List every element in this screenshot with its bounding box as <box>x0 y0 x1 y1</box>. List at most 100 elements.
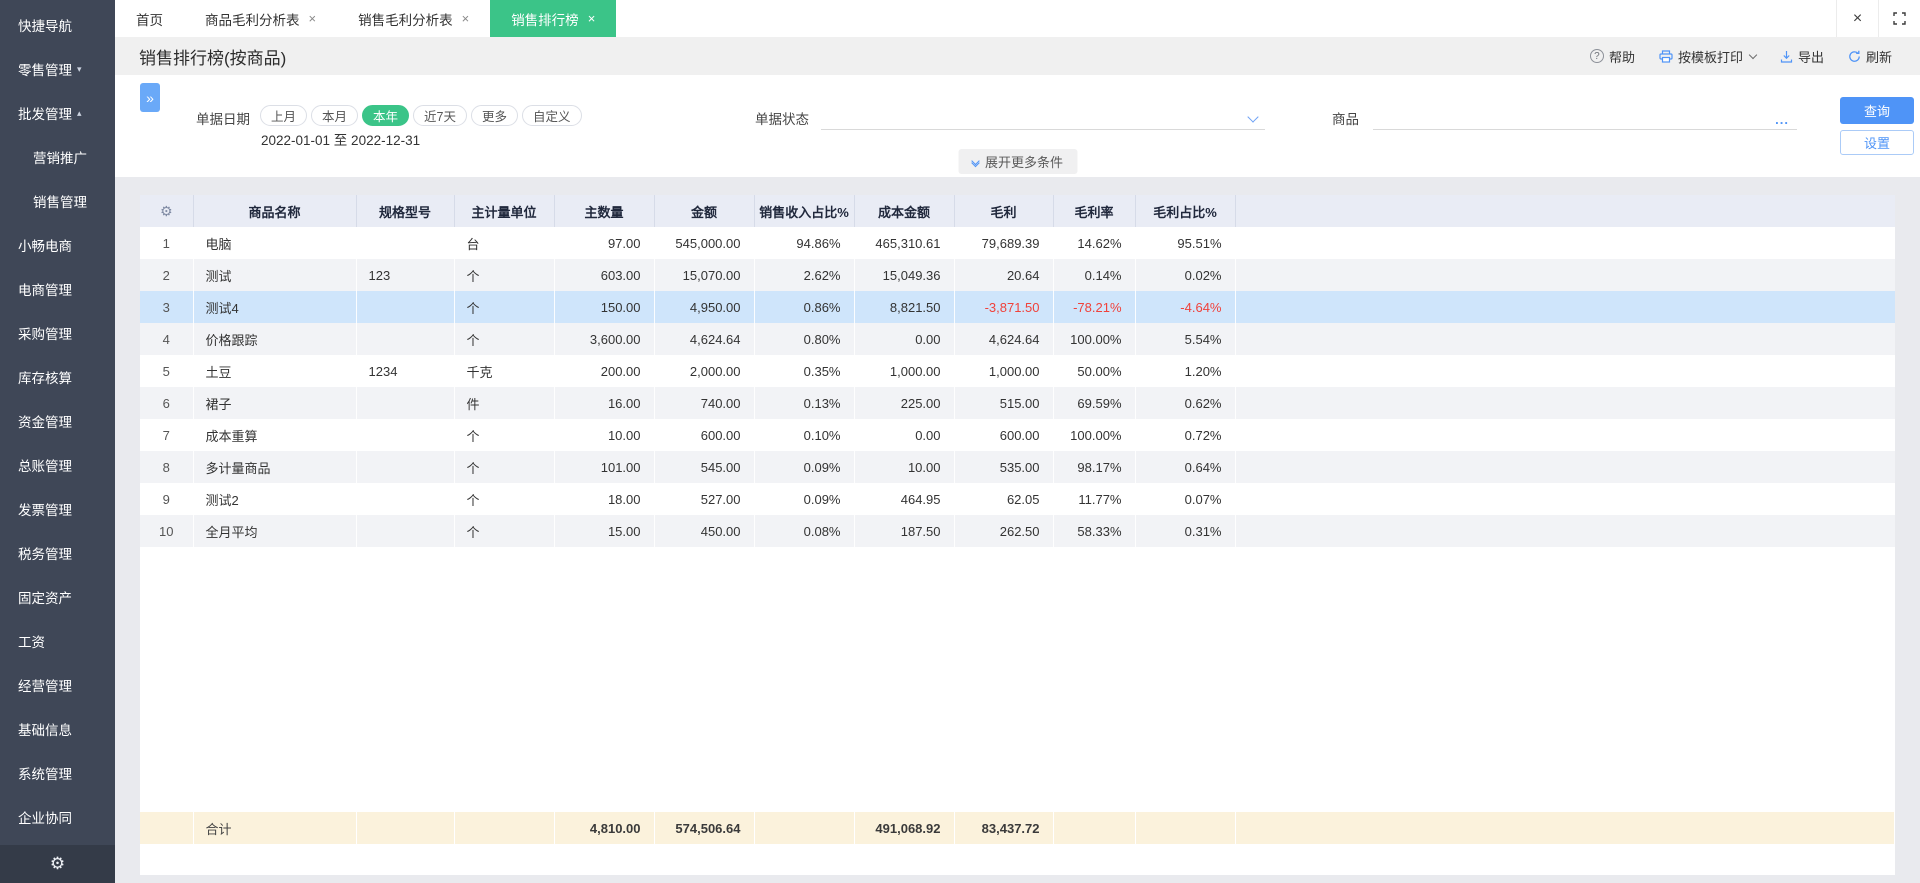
sidebar-item[interactable]: 资金管理 <box>0 399 115 443</box>
date-range-chip[interactable]: 自定义 <box>522 105 582 126</box>
date-range-chip[interactable]: 本月 <box>311 105 359 126</box>
col-header-unit[interactable]: 主计量单位 <box>454 195 555 227</box>
sidebar-item-label: 经营管理 <box>18 679 72 694</box>
sidebar-item[interactable]: 库存核算 <box>0 355 115 399</box>
cell-spec <box>356 387 455 419</box>
chip-label: 更多 <box>482 110 508 124</box>
row-index: 4 <box>140 323 194 355</box>
sidebar-item[interactable]: 基础信息 <box>0 707 115 751</box>
sidebar-item[interactable]: 电商管理 <box>0 267 115 311</box>
help-button[interactable]: ? 帮助 <box>1589 47 1635 66</box>
more-options-dots-icon[interactable]: ... <box>1775 113 1789 126</box>
col-header-amount[interactable]: 金额 <box>654 195 755 227</box>
col-header-profit[interactable]: 毛利 <box>954 195 1054 227</box>
refresh-label: 刷新 <box>1865 49 1892 65</box>
tab-close-icon[interactable]: × <box>588 12 596 25</box>
col-header-filler <box>1235 195 1895 227</box>
chevron-down-icon[interactable] <box>1748 50 1758 59</box>
cell-unit: 个 <box>454 419 555 451</box>
table-row[interactable]: 3 测试4 个 150.00 4,950.00 0.86% 8,821.50 -… <box>140 291 1895 323</box>
sidebar-item[interactable]: 固定资产 <box>0 575 115 619</box>
row-index: 3 <box>140 291 194 323</box>
table-row[interactable]: 6 裙子 件 16.00 740.00 0.13% 225.00 515.00 … <box>140 387 1895 419</box>
sidebar-menu: 快捷导航 零售管理 ▾ 批发管理 ▴ 营销推广 销售管理 小畅电商 电商管理 采… <box>0 0 115 839</box>
table-row[interactable]: 10 全月平均 个 15.00 450.00 0.08% 187.50 262.… <box>140 515 1895 547</box>
cell-cost: 15,049.36 <box>854 259 955 291</box>
product-input[interactable]: ... <box>1373 100 1797 130</box>
sidebar-item[interactable]: 税务管理 <box>0 531 115 575</box>
date-range-chip[interactable]: 更多 <box>471 105 519 126</box>
tab-close-icon[interactable]: × <box>309 12 317 25</box>
totals-cost: 491,068.92 <box>854 812 955 844</box>
date-range-chip[interactable]: 本年 <box>362 105 410 126</box>
table-row[interactable]: 8 多计量商品 个 101.00 545.00 0.09% 10.00 535.… <box>140 451 1895 483</box>
col-header-qty[interactable]: 主数量 <box>554 195 655 227</box>
fullscreen-button[interactable] <box>1878 0 1920 37</box>
sidebar-item[interactable]: 小畅电商 <box>0 223 115 267</box>
sidebar-item[interactable]: 经营管理 <box>0 663 115 707</box>
sidebar-item[interactable]: 发票管理 <box>0 487 115 531</box>
document-tab[interactable]: 销售排行榜 × <box>490 0 617 37</box>
cell-profit-share: 0.72% <box>1135 419 1236 451</box>
document-tab[interactable]: 首页 <box>115 0 184 37</box>
cell-spec: 1234 <box>356 355 455 387</box>
table-row[interactable]: 7 成本重算 个 10.00 600.00 0.10% 0.00 600.00 … <box>140 419 1895 451</box>
table-row[interactable]: 4 价格跟踪 个 3,600.00 4,624.64 0.80% 0.00 4,… <box>140 323 1895 355</box>
cell-cost: 464.95 <box>854 483 955 515</box>
sidebar-item[interactable]: 采购管理 <box>0 311 115 355</box>
column-settings-header[interactable]: ⚙ <box>140 195 194 227</box>
collapse-panel-button[interactable]: » <box>140 83 160 112</box>
sidebar-item[interactable]: 批发管理 ▴ <box>0 91 115 135</box>
col-header-revenue-share[interactable]: 销售收入占比% <box>754 195 855 227</box>
cell-profit: 62.05 <box>954 483 1054 515</box>
col-header-cost[interactable]: 成本金额 <box>854 195 955 227</box>
export-button[interactable]: 导出 <box>1780 47 1824 66</box>
settings-button[interactable]: 设置 <box>1840 130 1914 155</box>
cell-profit: 262.50 <box>954 515 1054 547</box>
cell-qty: 603.00 <box>554 259 655 291</box>
expand-more-conditions-button[interactable]: 展开更多条件 <box>957 149 1078 174</box>
title-toolbar: ? 帮助 按模板打印 导出 刷新 <box>1589 47 1892 66</box>
sidebar-item[interactable]: 企业协同 <box>0 795 115 839</box>
sidebar-item[interactable]: 总账管理 <box>0 443 115 487</box>
sidebar-item[interactable]: 营销推广 <box>0 135 115 179</box>
col-header-profit-rate[interactable]: 毛利率 <box>1053 195 1136 227</box>
col-header-product-name[interactable]: 商品名称 <box>193 195 357 227</box>
document-tab[interactable]: 商品毛利分析表 × <box>184 0 337 37</box>
col-header-spec[interactable]: 规格型号 <box>356 195 455 227</box>
cell-revenue-share: 0.10% <box>754 419 855 451</box>
date-range-chip[interactable]: 上月 <box>260 105 308 126</box>
document-tab[interactable]: 销售毛利分析表 × <box>337 0 490 37</box>
sidebar-item[interactable]: 零售管理 ▾ <box>0 47 115 91</box>
table-header-row: ⚙ 商品名称 规格型号 主计量单位 主数量 金额 销售收入占比% 成本金额 毛利… <box>140 195 1895 227</box>
tab-close-icon[interactable]: × <box>462 12 470 25</box>
date-range-value[interactable]: 2022-01-01 至 2022-12-31 <box>261 129 420 149</box>
sidebar-settings-button[interactable]: ⚙ <box>0 845 115 883</box>
table-row[interactable]: 1 电脑 台 97.00 545,000.00 94.86% 465,310.6… <box>140 227 1895 259</box>
query-button[interactable]: 查询 <box>1840 97 1914 124</box>
col-header-profit-share[interactable]: 毛利占比% <box>1135 195 1236 227</box>
help-label: 帮助 <box>1608 49 1635 65</box>
table-row[interactable]: 9 测试2 个 18.00 527.00 0.09% 464.95 62.05 … <box>140 483 1895 515</box>
sidebar-item[interactable]: 销售管理 <box>0 179 115 223</box>
sidebar-item-label: 销售管理 <box>33 195 87 210</box>
sidebar: 快捷导航 零售管理 ▾ 批发管理 ▴ 营销推广 销售管理 小畅电商 电商管理 采… <box>0 0 115 883</box>
sidebar-item[interactable]: 系统管理 <box>0 751 115 795</box>
cell-profit-rate: 0.14% <box>1053 259 1136 291</box>
cell-qty: 10.00 <box>554 419 655 451</box>
print-by-template-button[interactable]: 按模板打印 <box>1659 47 1758 66</box>
table-row[interactable]: 5 土豆 1234 千克 200.00 2,000.00 0.35% 1,000… <box>140 355 1895 387</box>
cell-cost: 10.00 <box>854 451 955 483</box>
totals-profit-share-cell <box>1135 812 1236 844</box>
row-index: 2 <box>140 259 194 291</box>
cell-amount: 2,000.00 <box>654 355 755 387</box>
close-all-tabs-button[interactable]: × <box>1836 0 1878 37</box>
date-range-chip[interactable]: 近7天 <box>413 105 467 126</box>
table-row[interactable]: 2 测试 123 个 603.00 15,070.00 2.62% 15,049… <box>140 259 1895 291</box>
cell-profit-rate: 98.17% <box>1053 451 1136 483</box>
refresh-button[interactable]: 刷新 <box>1848 47 1892 66</box>
cell-spec <box>356 451 455 483</box>
sidebar-item[interactable]: 快捷导航 <box>0 3 115 47</box>
status-select[interactable] <box>821 100 1265 130</box>
sidebar-item[interactable]: 工资 <box>0 619 115 663</box>
